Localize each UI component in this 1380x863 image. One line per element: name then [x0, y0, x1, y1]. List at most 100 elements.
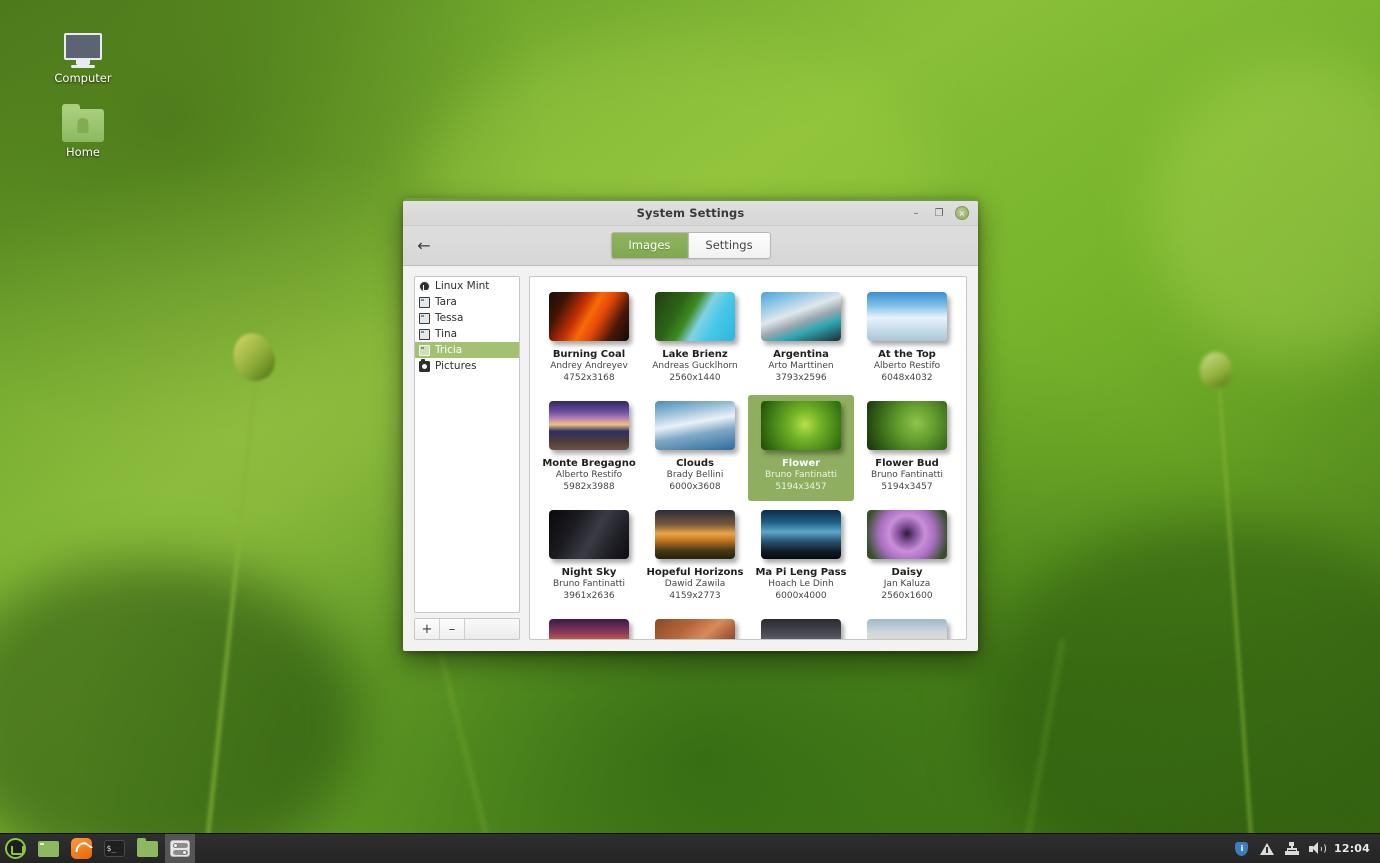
wallpaper-item[interactable]: Night Sky Bruno Fantinatti 3961x2636	[536, 504, 642, 610]
system-settings-window[interactable]: System Settings – ❐ × ← Images Settings …	[403, 198, 978, 651]
remove-folder-button[interactable]: –	[440, 619, 465, 639]
wallpaper-item[interactable]: Flower Bud Bruno Fantinatti 5194x3457	[854, 395, 960, 501]
home-folder-icon	[35, 96, 131, 142]
taskbar-files-button[interactable]	[132, 834, 162, 863]
wallpaper-thumbnail	[549, 401, 629, 450]
wallpaper-author: Jan Kaluza	[883, 579, 931, 589]
wallpaper-author: Arto Marttinen	[768, 361, 834, 371]
mint-menu-icon	[4, 838, 26, 859]
wallpaper-item[interactable]	[536, 613, 642, 639]
wallpaper-dimensions: 2560x1440	[669, 373, 721, 383]
window-titlebar[interactable]: System Settings – ❐ ×	[403, 201, 978, 226]
folder-icon	[136, 837, 158, 857]
wallpaper-item[interactable]	[748, 613, 854, 639]
wallpaper-name: Hopeful Horizons	[646, 567, 744, 578]
sidebar-item-label: Linux Mint	[435, 280, 490, 292]
add-folder-button[interactable]: +	[415, 619, 440, 639]
wallpaper-item[interactable]: Monte Bregagno Alberto Restifo 5982x3988	[536, 395, 642, 501]
plant-stem	[1215, 364, 1255, 845]
sidebar: Linux Mint Tara Tessa Tina Tricia Pictur…	[414, 276, 520, 640]
wallpaper-name: Flower Bud	[875, 458, 939, 469]
minimize-button[interactable]: –	[909, 206, 923, 220]
close-button[interactable]: ×	[955, 206, 969, 220]
wallpaper-thumbnail	[761, 401, 841, 450]
monitor-icon	[419, 296, 430, 308]
wallpaper-dimensions: 4752x3168	[563, 373, 615, 383]
wallpaper-thumbnail	[761, 510, 841, 559]
window-title: System Settings	[636, 206, 745, 220]
wallpaper-author: Bruno Fantinatti	[870, 470, 944, 480]
wallpaper-item[interactable]: At the Top Alberto Restifo 6048x4032	[854, 286, 960, 392]
wallpaper-item[interactable]: Lake Brienz Andreas Gucklhorn 2560x1440	[642, 286, 748, 392]
maximize-button[interactable]: ❐	[932, 206, 946, 220]
volume-tray-button[interactable]	[1309, 841, 1326, 857]
clock[interactable]: 12:04	[1334, 842, 1370, 855]
sidebar-list[interactable]: Linux Mint Tara Tessa Tina Tricia Pictur…	[414, 276, 520, 613]
computer-monitor-icon	[35, 22, 131, 68]
wallpaper-name: Burning Coal	[552, 349, 626, 360]
update-manager-tray-button[interactable]: i	[1234, 841, 1250, 857]
monitor-icon	[419, 312, 430, 324]
wallpaper-thumbnail	[655, 401, 735, 450]
desktop[interactable]: Computer Home System Settings – ❐ × ← Im…	[0, 0, 1380, 863]
desktop-icon-computer[interactable]: Computer	[35, 22, 131, 85]
settings-sliders-icon	[170, 840, 190, 857]
wallpaper-item[interactable]: Ma Pi Leng Pass Hoach Le Dinh 6000x4000	[748, 504, 854, 610]
tab-bar: Images Settings	[610, 232, 771, 259]
sidebar-item-label: Tricia	[435, 344, 463, 356]
network-tray-button[interactable]	[1284, 841, 1300, 857]
wallpaper-item[interactable]	[854, 613, 960, 639]
sidebar-item-tessa[interactable]: Tessa	[415, 310, 519, 326]
wallpaper-name: Ma Pi Leng Pass	[755, 567, 847, 578]
wallpaper-item[interactable]	[642, 613, 748, 639]
taskbar-system-settings-button[interactable]	[165, 833, 195, 863]
wallpaper-thumbnail	[867, 619, 947, 639]
wallpaper-grid-panel[interactable]: Burning Coal Andrey Andreyev 4752x3168 Lake…	[529, 276, 967, 640]
wallpaper-item[interactable]: Hopeful Horizons Dawid Zawila 4159x2773	[642, 504, 748, 610]
taskbar-firefox-button[interactable]	[66, 834, 96, 863]
notifications-tray-button[interactable]	[1259, 841, 1275, 857]
wallpaper-item[interactable]: Clouds Brady Bellini 6000x3608	[642, 395, 748, 501]
wallpaper-name: Monte Bregagno	[542, 458, 636, 469]
taskbar: $_ i 12:04	[0, 833, 1380, 863]
back-button[interactable]: ←	[409, 231, 439, 261]
taskbar-show-desktop-button[interactable]	[33, 834, 63, 863]
wallpaper-dimensions: 4159x2773	[669, 591, 721, 601]
tab-settings[interactable]: Settings	[687, 233, 770, 258]
sidebar-item-tara[interactable]: Tara	[415, 294, 519, 310]
sidebar-item-linux-mint[interactable]: Linux Mint	[415, 278, 519, 294]
sidebar-item-tricia[interactable]: Tricia	[415, 342, 519, 358]
wallpaper-item[interactable]: Flower Bruno Fantinatti 5194x3457	[748, 395, 854, 501]
desktop-icon-home[interactable]: Home	[35, 96, 131, 159]
flower-bud	[227, 327, 281, 387]
taskbar-terminal-button[interactable]: $_	[99, 834, 129, 863]
sidebar-item-label: Pictures	[435, 360, 477, 372]
window-controls: – ❐ ×	[909, 206, 978, 220]
wallpaper-thumbnail	[761, 292, 841, 341]
taskbar-menu-button[interactable]	[0, 834, 30, 863]
wallpaper-item[interactable]: Daisy Jan Kaluza 2560x1600	[854, 504, 960, 610]
sidebar-item-pictures[interactable]: Pictures	[415, 358, 519, 374]
plant-stem	[202, 354, 262, 853]
wallpaper-dimensions: 6000x3608	[669, 482, 721, 492]
wallpaper-item[interactable]: Argentina Arto Marttinen 3793x2596	[748, 286, 854, 392]
wallpaper-author: Andreas Gucklhorn	[652, 361, 738, 371]
background-blur-blob	[1150, 60, 1380, 360]
warning-triangle-icon	[1259, 842, 1274, 855]
wallpaper-author: Dawid Zawila	[664, 579, 726, 589]
wallpaper-author: Bruno Fantinatti	[764, 470, 838, 480]
wallpaper-item[interactable]: Burning Coal Andrey Andreyev 4752x3168	[536, 286, 642, 392]
wallpaper-dimensions: 3793x2596	[775, 373, 827, 383]
wallpaper-dimensions: 3961x2636	[563, 591, 615, 601]
shield-icon: i	[1235, 841, 1249, 856]
wallpaper-dimensions: 5194x3457	[775, 482, 827, 492]
wallpaper-name: Night Sky	[561, 567, 617, 578]
tab-images[interactable]: Images	[611, 233, 688, 258]
sidebar-item-tina[interactable]: Tina	[415, 326, 519, 342]
wallpaper-author: Andrey Andreyev	[550, 361, 628, 371]
network-icon	[1284, 842, 1299, 855]
wallpaper-author: Brady Bellini	[666, 470, 724, 480]
wallpaper-author: Hoach Le Dinh	[768, 579, 834, 589]
speaker-icon	[1309, 842, 1326, 855]
sidebar-item-label: Tessa	[435, 312, 464, 324]
